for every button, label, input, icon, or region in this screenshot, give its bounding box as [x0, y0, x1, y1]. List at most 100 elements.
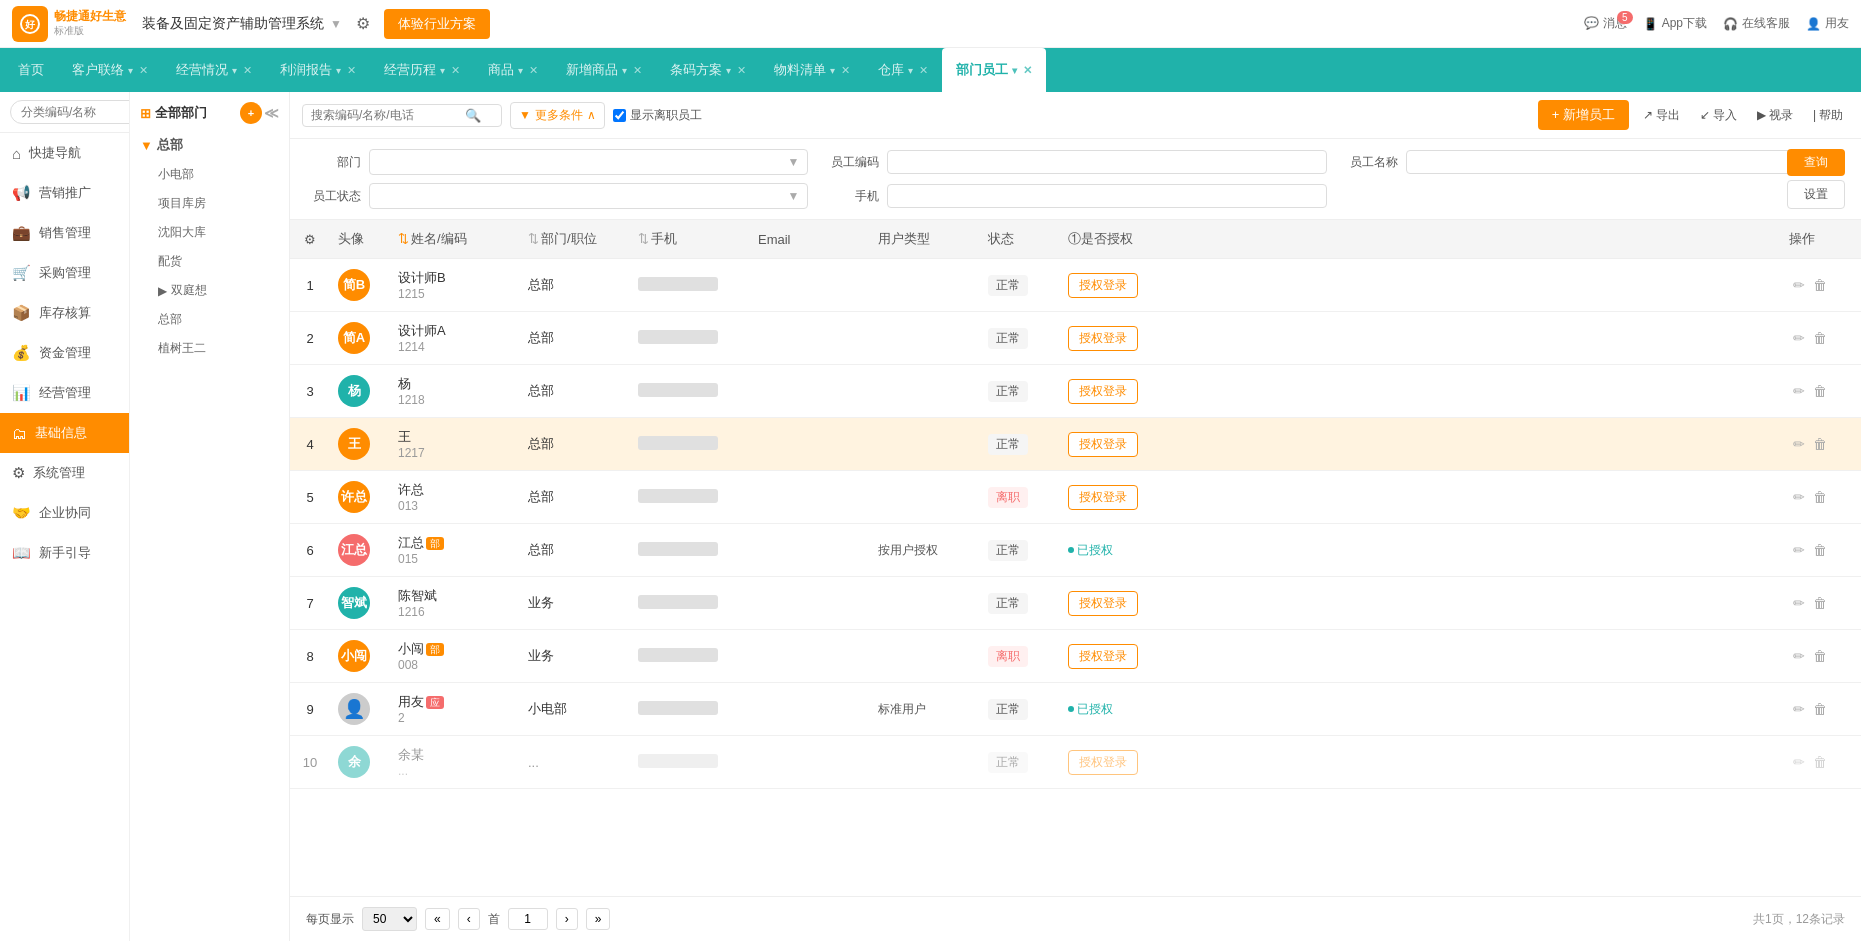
add-dept-btn[interactable]: +: [240, 102, 262, 124]
delete-btn[interactable]: 🗑: [1809, 436, 1831, 452]
user-btn[interactable]: 👤 用友: [1806, 15, 1849, 32]
tab-close-icon[interactable]: ✕: [529, 64, 538, 77]
row-auth[interactable]: 授权登录: [1060, 259, 1180, 312]
col-settings[interactable]: ⚙: [290, 220, 330, 259]
edit-btn[interactable]: ✏: [1789, 383, 1809, 399]
tab-barcode[interactable]: 条码方案▾✕: [656, 48, 760, 92]
auth-login-btn[interactable]: 授权登录: [1068, 750, 1138, 775]
collapse-tree-btn[interactable]: ≪: [264, 105, 279, 121]
auth-login-btn[interactable]: 授权登录: [1068, 326, 1138, 351]
tree-item-distribution[interactable]: 配货: [130, 247, 289, 276]
row-auth[interactable]: 授权登录: [1060, 577, 1180, 630]
notification-btn[interactable]: 💬 5 消息: [1584, 15, 1626, 32]
filter-status-select[interactable]: ▼: [369, 183, 808, 209]
tab-operation[interactable]: 经营情况▾✕: [162, 48, 266, 92]
auth-login-btn[interactable]: 授权登录: [1068, 644, 1138, 669]
per-page-select[interactable]: 50 100: [362, 907, 417, 931]
tab-home[interactable]: 首页: [4, 48, 58, 92]
sidebar-item-sales[interactable]: 💼销售管理: [0, 213, 129, 253]
delete-btn[interactable]: 🗑: [1809, 595, 1831, 611]
tab-close-icon[interactable]: ✕: [919, 64, 928, 77]
edit-btn[interactable]: ✏: [1789, 330, 1809, 346]
row-auth[interactable]: 授权登录: [1060, 312, 1180, 365]
edit-btn[interactable]: ✏: [1789, 542, 1809, 558]
tree-item-plant[interactable]: 植树王二: [130, 334, 289, 363]
filter-emp-code-input[interactable]: [887, 150, 1326, 174]
tree-item-hq[interactable]: 总部: [130, 305, 289, 334]
auth-login-btn[interactable]: 授权登录: [1068, 432, 1138, 457]
tab-add-goods[interactable]: 新增商品▾✕: [552, 48, 656, 92]
tree-item-double[interactable]: ▶ 双庭想: [130, 276, 289, 305]
auth-login-btn[interactable]: 授权登录: [1068, 273, 1138, 298]
edit-btn[interactable]: ✏: [1789, 648, 1809, 664]
export-btn[interactable]: ↗ 导出: [1637, 103, 1686, 128]
auth-login-btn[interactable]: 授权登录: [1068, 379, 1138, 404]
edit-btn[interactable]: ✏: [1789, 277, 1809, 293]
tree-item-small-elec[interactable]: 小电部: [130, 160, 289, 189]
col-phone[interactable]: ⇅手机: [630, 220, 750, 259]
edit-btn[interactable]: ✏: [1789, 436, 1809, 452]
delete-btn[interactable]: 🗑: [1809, 542, 1831, 558]
sidebar-item-marketing[interactable]: 📢营销推广: [0, 173, 129, 213]
tab-close-icon[interactable]: ✕: [139, 64, 148, 77]
row-auth[interactable]: 授权登录: [1060, 630, 1180, 683]
next-page-btn[interactable]: ›: [556, 908, 578, 930]
delete-btn[interactable]: 🗑: [1809, 648, 1831, 664]
online-service-btn[interactable]: 🎧 在线客服: [1723, 15, 1790, 32]
tab-history[interactable]: 经营历程▾✕: [370, 48, 474, 92]
page-input[interactable]: [508, 908, 548, 930]
sidebar-item-purchase[interactable]: 🛒采购管理: [0, 253, 129, 293]
search-icon[interactable]: 🔍: [465, 108, 481, 123]
filter-dept-select[interactable]: ▼: [369, 149, 808, 175]
tree-item-root[interactable]: ▼ 总部: [130, 130, 289, 160]
sidebar-item-finance[interactable]: 💰资金管理: [0, 333, 129, 373]
last-page-btn[interactable]: »: [586, 908, 611, 930]
more-filter-btn[interactable]: ▼ 更多条件 ∧: [510, 102, 605, 129]
tab-department[interactable]: 部门员工▾✕: [942, 48, 1046, 92]
tab-profit[interactable]: 利润报告▾✕: [266, 48, 370, 92]
reset-btn[interactable]: 设置: [1787, 180, 1845, 209]
auth-login-btn[interactable]: 授权登录: [1068, 485, 1138, 510]
tab-close-icon[interactable]: ✕: [841, 64, 850, 77]
col-dept[interactable]: ⇅部门/职位: [520, 220, 630, 259]
experience-btn[interactable]: 体验行业方案: [384, 9, 490, 39]
show-resigned-wrap[interactable]: 显示离职员工: [613, 107, 702, 124]
sidebar-item-system[interactable]: ⚙系统管理: [0, 453, 129, 493]
edit-btn[interactable]: ✏: [1789, 489, 1809, 505]
delete-btn[interactable]: 🗑: [1809, 754, 1831, 770]
gear-icon[interactable]: ⚙: [348, 14, 378, 33]
delete-btn[interactable]: 🗑: [1809, 489, 1831, 505]
sidebar-item-inventory[interactable]: 📦库存核算: [0, 293, 129, 333]
help-btn[interactable]: | 帮助: [1807, 103, 1849, 128]
tab-close-icon[interactable]: ✕: [243, 64, 252, 77]
prev-page-btn[interactable]: ‹: [458, 908, 480, 930]
sidebar-item-collab[interactable]: 🤝企业协同: [0, 493, 129, 533]
query-btn[interactable]: 查询: [1787, 149, 1845, 176]
tree-item-shenyang[interactable]: 沈阳大库: [130, 218, 289, 247]
app-download-btn[interactable]: 📱 App下载: [1643, 15, 1707, 32]
auth-login-btn[interactable]: 授权登录: [1068, 591, 1138, 616]
col-name[interactable]: ⇅姓名/编码: [390, 220, 520, 259]
tree-item-project-room[interactable]: 项目库房: [130, 189, 289, 218]
sidebar-item-guide[interactable]: 📖新手引导: [0, 533, 129, 573]
tab-close-icon[interactable]: ✕: [1023, 64, 1032, 77]
edit-btn[interactable]: ✏: [1789, 701, 1809, 717]
search-input[interactable]: [311, 108, 461, 122]
view-btn[interactable]: ▶ 视录: [1751, 103, 1799, 128]
first-page-btn[interactable]: «: [425, 908, 450, 930]
show-resigned-checkbox[interactable]: [613, 109, 626, 122]
edit-btn[interactable]: ✏: [1789, 754, 1809, 770]
sidebar-item-basic[interactable]: 🗂基础信息: [0, 413, 129, 453]
tab-close-icon[interactable]: ✕: [347, 64, 356, 77]
edit-btn[interactable]: ✏: [1789, 595, 1809, 611]
tab-close-icon[interactable]: ✕: [737, 64, 746, 77]
sidebar-item-shortcut[interactable]: ⌂快捷导航: [0, 133, 129, 173]
filter-phone-input[interactable]: [887, 184, 1326, 208]
dropdown-arrow-icon[interactable]: ▼: [330, 17, 342, 31]
add-employee-btn[interactable]: + 新增员工: [1538, 100, 1629, 130]
tab-warehouse[interactable]: 仓库▾✕: [864, 48, 942, 92]
row-auth[interactable]: 授权登录: [1060, 736, 1180, 789]
tab-close-icon[interactable]: ✕: [633, 64, 642, 77]
tab-close-icon[interactable]: ✕: [451, 64, 460, 77]
filter-emp-name-input[interactable]: [1406, 150, 1845, 174]
